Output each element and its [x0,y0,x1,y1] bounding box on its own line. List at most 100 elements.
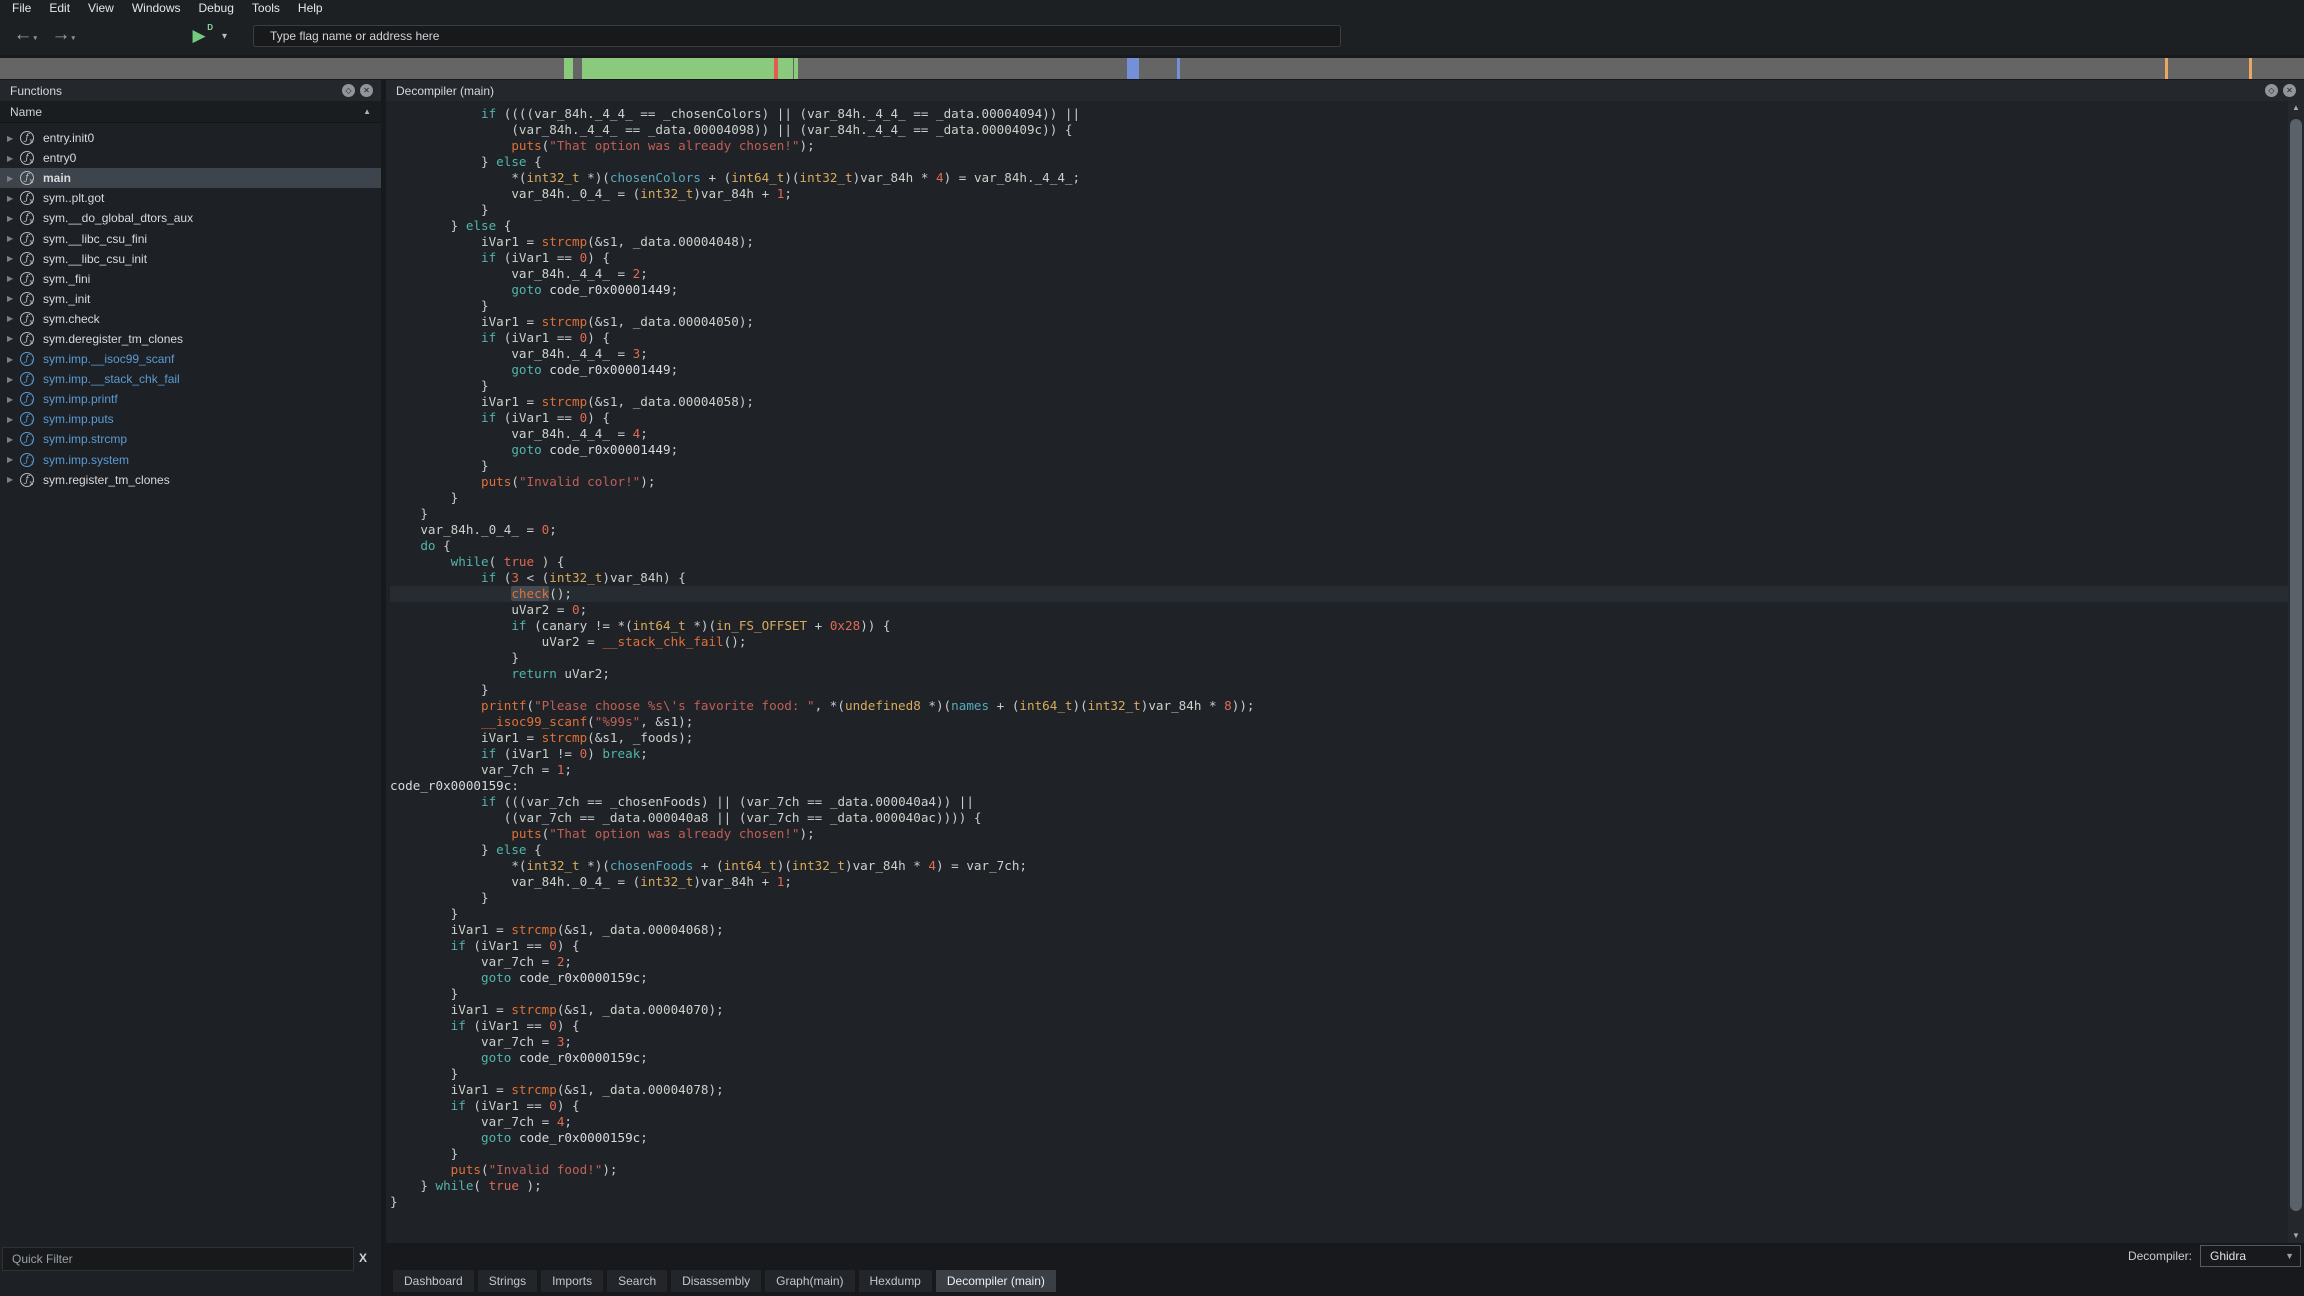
code-line[interactable]: } [390,1066,2288,1082]
code-line[interactable]: iVar1 = strcmp(&s1, _data.00004078); [390,1082,2288,1098]
expander-icon[interactable]: ▶ [0,214,16,223]
functions-column-header[interactable]: Name ▲ [0,101,381,123]
menu-item-edit[interactable]: Edit [40,0,79,17]
code-line[interactable]: code_r0x0000159c: [390,778,2288,794]
code-line[interactable]: var_7ch = 3; [390,1034,2288,1050]
function-row-sym.__libc_csu_fini[interactable]: ▶ ƒ x sym.__libc_csu_fini [0,228,381,248]
code-line[interactable]: var_7ch = 2; [390,954,2288,970]
code-line[interactable]: var_7ch = 1; [390,762,2288,778]
expander-icon[interactable]: ▶ [0,415,16,424]
code-line[interactable]: } [390,890,2288,906]
tab-imports[interactable]: Imports [540,1269,605,1293]
code-line-highlighted[interactable]: check(); [390,586,2288,602]
code-line[interactable]: var_84h._4_4_ = 4; [390,426,2288,442]
code-line[interactable]: if (3 < (int32_t)var_84h) { [390,570,2288,586]
function-row-sym.imp.__stack_chk_fail[interactable]: ▶ ƒ i sym.imp.__stack_chk_fail [0,369,381,389]
expander-icon[interactable]: ▶ [0,435,16,444]
debug-start-button[interactable]: ▶ D [186,23,213,49]
tab-dashboard[interactable]: Dashboard [392,1269,475,1293]
code-line[interactable]: var_84h._4_4_ = 2; [390,266,2288,282]
code-line[interactable]: } [390,506,2288,522]
function-row-sym.imp.printf[interactable]: ▶ ƒ i sym.imp.printf [0,389,381,409]
expander-icon[interactable]: ▶ [0,355,16,364]
code-line[interactable]: if (iVar1 == 0) { [390,410,2288,426]
function-row-sym.imp.puts[interactable]: ▶ ƒ i sym.imp.puts [0,409,381,429]
code-line[interactable]: var_84h._0_4_ = (int32_t)var_84h + 1; [390,186,2288,202]
menu-item-view[interactable]: View [79,0,123,17]
code-line[interactable]: iVar1 = strcmp(&s1, _foods); [390,730,2288,746]
code-line[interactable]: } [390,682,2288,698]
expander-icon[interactable]: ▶ [0,334,16,343]
function-row-sym.imp.system[interactable]: ▶ ƒ i sym.imp.system [0,450,381,470]
code-line[interactable]: puts("Invalid food!"); [390,1162,2288,1178]
function-row-sym.__libc_csu_init[interactable]: ▶ ƒ x sym.__libc_csu_init [0,249,381,269]
code-line[interactable]: puts("That option was already chosen!"); [390,826,2288,842]
code-line[interactable]: iVar1 = strcmp(&s1, _data.00004048); [390,234,2288,250]
code-line[interactable]: if (((var_7ch == _chosenFoods) || (var_7… [390,794,2288,810]
code-line[interactable]: if (iVar1 == 0) { [390,1018,2288,1034]
code-line[interactable]: if ((((var_84h._4_4_ == _chosenColors) |… [390,106,2288,122]
function-row-entry.init0[interactable]: ▶ ƒ x entry.init0 [0,128,381,148]
code-line[interactable]: } else { [390,842,2288,858]
scroll-down-icon[interactable]: ▼ [2288,1229,2304,1243]
close-icon[interactable]: ✕ [2283,84,2296,97]
code-line[interactable]: goto code_r0x00001449; [390,442,2288,458]
code-line[interactable]: goto code_r0x00001449; [390,362,2288,378]
code-line[interactable]: } [390,202,2288,218]
code-line[interactable]: iVar1 = strcmp(&s1, _data.00004050); [390,314,2288,330]
code-line[interactable]: iVar1 = strcmp(&s1, _data.00004068); [390,922,2288,938]
code-line[interactable]: goto code_r0x0000159c; [390,1050,2288,1066]
code-line[interactable]: ((var_7ch == _data.000040a8 || (var_7ch … [390,810,2288,826]
expander-icon[interactable]: ▶ [0,254,16,263]
menu-item-file[interactable]: File [3,0,40,17]
code-line[interactable]: } [390,378,2288,394]
tab-search[interactable]: Search [606,1269,669,1293]
code-line[interactable]: iVar1 = strcmp(&s1, _data.00004070); [390,1002,2288,1018]
code-line[interactable]: printf("Please choose %s\'s favorite foo… [390,698,2288,714]
code-line[interactable]: goto code_r0x0000159c; [390,1130,2288,1146]
code-line[interactable]: if (iVar1 == 0) { [390,330,2288,346]
code-line[interactable]: } [390,490,2288,506]
expander-icon[interactable]: ▶ [0,194,16,203]
code-line[interactable]: if (iVar1 != 0) break; [390,746,2288,762]
expander-icon[interactable]: ▶ [0,274,16,283]
code-line[interactable]: if (iVar1 == 0) { [390,938,2288,954]
expander-icon[interactable]: ▶ [0,375,16,384]
code-line[interactable]: *(int32_t *)(chosenColors + (int64_t)(in… [390,170,2288,186]
code-line[interactable]: while( true ) { [390,554,2288,570]
code-line[interactable]: } [390,458,2288,474]
code-line[interactable]: var_84h._0_4_ = (int32_t)var_84h + 1; [390,874,2288,890]
expander-icon[interactable]: ▶ [0,234,16,243]
code-line[interactable]: goto code_r0x0000159c; [390,970,2288,986]
code-line[interactable]: var_84h._4_4_ = 3; [390,346,2288,362]
flag-search-input[interactable] [253,25,1342,47]
tab-hexdump[interactable]: Hexdump [857,1269,933,1293]
code-line[interactable]: } [390,986,2288,1002]
code-scrollbar[interactable]: ▲ ▼ [2288,101,2304,1243]
code-line[interactable]: } [390,650,2288,666]
code-line[interactable]: if (iVar1 == 0) { [390,1098,2288,1114]
debug-dropdown-caret-icon[interactable]: ▾ [222,31,227,42]
tab-graph-main[interactable]: Graph(main) [764,1269,856,1293]
code-line[interactable]: iVar1 = strcmp(&s1, _data.00004058); [390,394,2288,410]
function-row-sym._fini[interactable]: ▶ ƒ x sym._fini [0,269,381,289]
function-row-sym.__do_global_dtors_aux[interactable]: ▶ ƒ x sym.__do_global_dtors_aux [0,208,381,228]
code-line[interactable]: if (iVar1 == 0) { [390,250,2288,266]
function-row-main[interactable]: ▶ ƒ x main [0,168,381,189]
code-line[interactable]: uVar2 = 0; [390,602,2288,618]
function-row-sym._init[interactable]: ▶ ƒ x sym._init [0,289,381,309]
menu-item-windows[interactable]: Windows [123,0,190,17]
expander-icon[interactable]: ▶ [0,154,16,163]
code-line[interactable]: } [390,298,2288,314]
memory-map-strip[interactable] [0,58,2304,79]
expander-icon[interactable]: ▶ [0,314,16,323]
expander-icon[interactable]: ▶ [0,455,16,464]
code-line[interactable]: return uVar2; [390,666,2288,682]
scrollbar-thumb[interactable] [2290,119,2302,1211]
forward-button[interactable]: → ▾ [46,23,76,49]
code-line[interactable]: } while( true ); [390,1178,2288,1194]
undock-icon[interactable]: ◇ [342,84,355,97]
code-line[interactable]: __isoc99_scanf("%99s", &s1); [390,714,2288,730]
code-line[interactable]: uVar2 = __stack_chk_fail(); [390,634,2288,650]
code-line[interactable]: var_7ch = 4; [390,1114,2288,1130]
